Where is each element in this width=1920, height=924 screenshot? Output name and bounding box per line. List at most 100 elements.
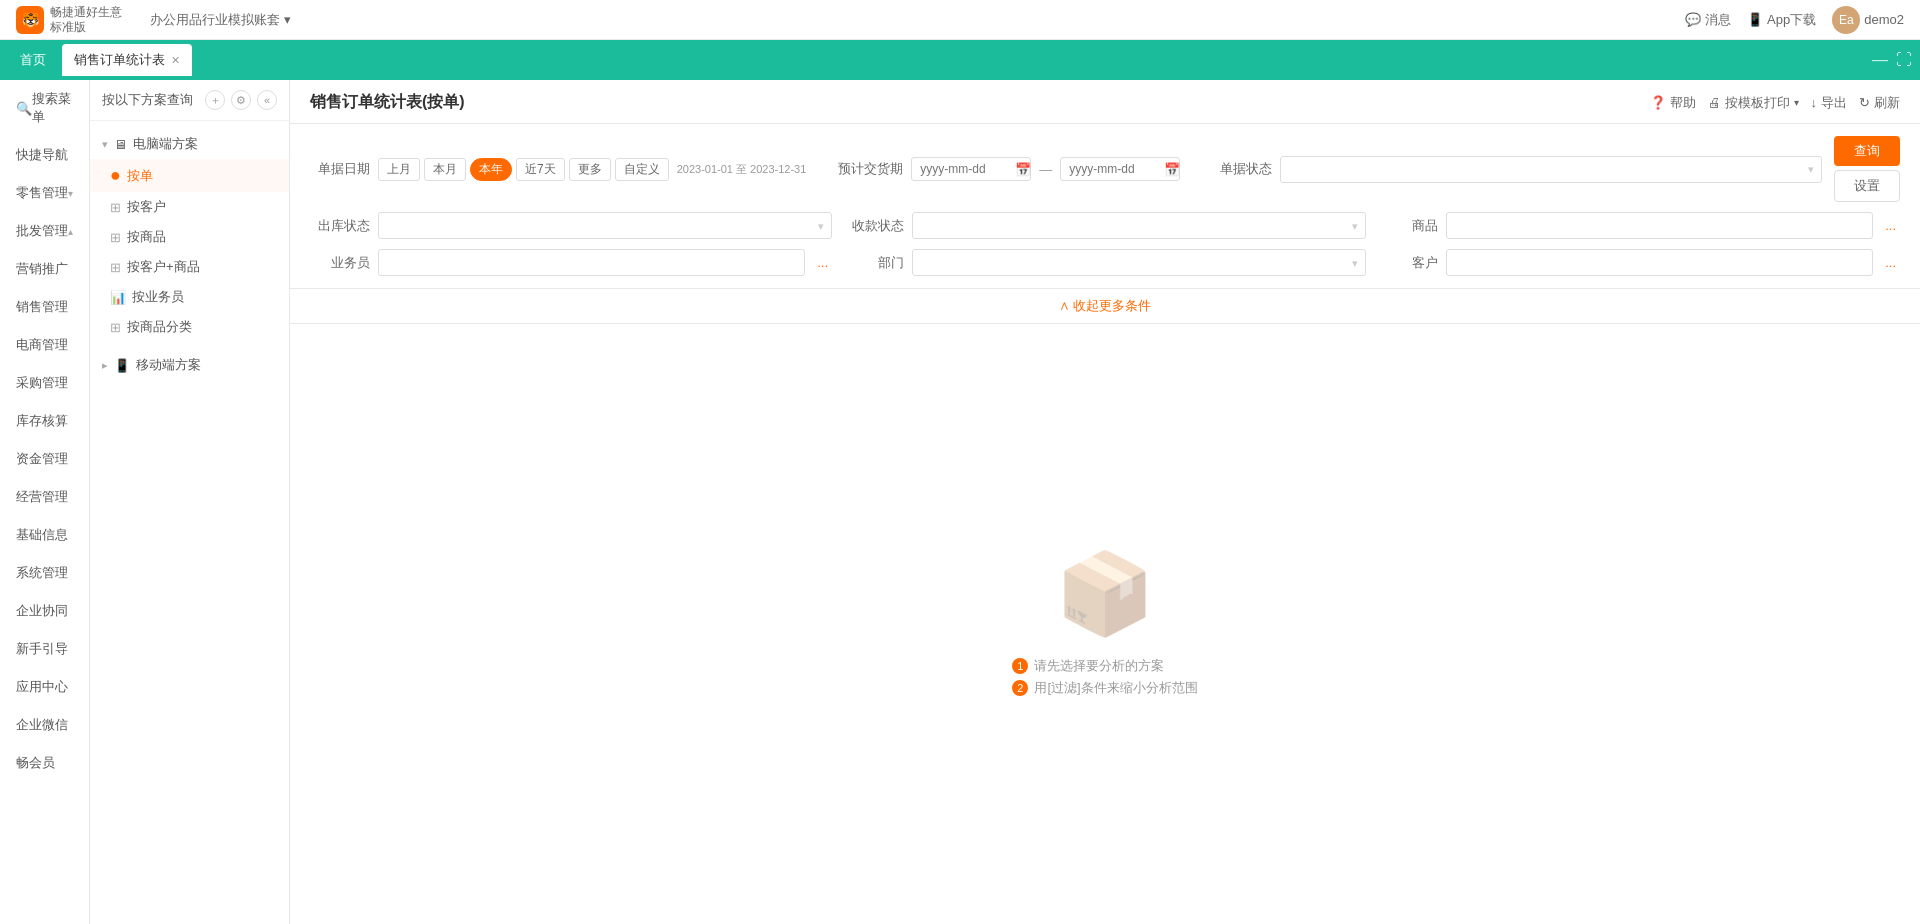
scheme-node-按商品分类[interactable]: ⊞ 按商品分类 bbox=[90, 312, 289, 342]
collection-status-select[interactable] bbox=[912, 212, 1366, 239]
print-chevron-icon: ▾ bbox=[1794, 97, 1799, 108]
date-btn-last-month[interactable]: 上月 bbox=[378, 158, 420, 181]
customer-input[interactable] bbox=[1446, 249, 1873, 276]
main-layout: 🔍 搜索菜单 快捷导航 零售管理 批发管理 营销推广 销售管理 电商管理 采购管… bbox=[0, 80, 1920, 924]
date-btn-this-year[interactable]: 本年 bbox=[470, 158, 512, 181]
help-btn[interactable]: ❓ 帮助 bbox=[1650, 94, 1696, 112]
sidebar-item-newbie[interactable]: 新手引导 bbox=[0, 630, 89, 668]
tab-home[interactable]: 首页 bbox=[8, 44, 58, 76]
scheme-node-按单[interactable]: ● 按单 bbox=[90, 159, 289, 192]
goods-more-btn[interactable]: ... bbox=[1881, 218, 1900, 233]
doc-status-label: 单据状态 bbox=[1212, 160, 1272, 178]
tab-close-icon[interactable]: ✕ bbox=[171, 54, 180, 67]
sidebar-item-zero-retail[interactable]: 零售管理 bbox=[0, 174, 89, 212]
collapse-text: 收起更多条件 bbox=[1073, 298, 1151, 313]
scheme-node-按客户[interactable]: ⊞ 按客户 bbox=[90, 192, 289, 222]
scheme-node-icon-按业务员: 📊 bbox=[110, 290, 126, 305]
pc-scheme-text: 电脑端方案 bbox=[133, 135, 198, 153]
salesperson-input[interactable] bbox=[378, 249, 805, 276]
delivery-date-from[interactable] bbox=[911, 157, 1031, 181]
scheme-header-label: 按以下方案查询 bbox=[102, 91, 193, 109]
date-label: 单据日期 bbox=[310, 160, 370, 178]
scheme-node-按业务员[interactable]: 📊 按业务员 bbox=[90, 282, 289, 312]
sidebar-item-membership[interactable]: 畅会员 bbox=[0, 744, 89, 782]
sidebar-item-finance[interactable]: 资金管理 bbox=[0, 440, 89, 478]
sidebar-item-system[interactable]: 系统管理 bbox=[0, 554, 89, 592]
collapse-icon: ∧ bbox=[1059, 298, 1074, 313]
export-btn[interactable]: ↓ 导出 bbox=[1811, 94, 1848, 112]
scheme-panel: 按以下方案查询 ＋ ⚙ « ▾ 🖥 电脑端方案 ● 按单 ⊞ bbox=[90, 80, 290, 924]
date-btn-7days[interactable]: 近7天 bbox=[516, 158, 565, 181]
home-label: 首页 bbox=[20, 51, 46, 69]
settings-btn[interactable]: 设置 bbox=[1834, 170, 1900, 202]
sidebar-item-app-center[interactable]: 应用中心 bbox=[0, 668, 89, 706]
date-range-display: 2023-01-01 至 2023-12-31 bbox=[677, 162, 807, 177]
sidebar-item-inventory[interactable]: 库存核算 bbox=[0, 402, 89, 440]
date-btn-this-month[interactable]: 本月 bbox=[424, 158, 466, 181]
filter-row-2: 出库状态 收款状态 bbox=[310, 212, 1900, 239]
query-btn[interactable]: 查询 bbox=[1834, 136, 1900, 166]
minimize-icon[interactable]: — bbox=[1872, 51, 1888, 69]
search-menu-btn[interactable]: 🔍 搜索菜单 bbox=[0, 80, 89, 136]
customer-more-btn[interactable]: ... bbox=[1881, 255, 1900, 270]
filter-row-1: 单据日期 上月 本月 本年 近7天 更多 自定义 2023-01-01 至 20… bbox=[310, 136, 1900, 202]
scheme-node-按商品[interactable]: ⊞ 按商品 bbox=[90, 222, 289, 252]
mobile-icon: 📱 bbox=[114, 358, 130, 373]
print-template-btn[interactable]: 🖨 按模板打印 ▾ bbox=[1708, 94, 1799, 112]
shipment-status-label: 出库状态 bbox=[310, 217, 370, 235]
sidebar-item-enterprise-collab[interactable]: 企业协同 bbox=[0, 592, 89, 630]
delivery-date-to[interactable] bbox=[1060, 157, 1180, 181]
settings-scheme-btn[interactable]: ⚙ bbox=[231, 90, 251, 110]
pc-scheme-parent[interactable]: ▾ 🖥 电脑端方案 bbox=[90, 129, 289, 159]
tab-sales-order-stat[interactable]: 销售订单统计表 ✕ bbox=[62, 44, 192, 76]
scheme-node-icon-按客户商品: ⊞ bbox=[110, 260, 121, 275]
message-btn[interactable]: 💬 消息 bbox=[1685, 11, 1731, 29]
scheme-node-icon-按商品: ⊞ bbox=[110, 230, 121, 245]
chevron-down-icon: ▾ bbox=[284, 12, 291, 27]
app-download-btn[interactable]: 📱 App下载 bbox=[1747, 11, 1816, 29]
empty-tips: 1 请先选择要分析的方案 2 用[过滤]条件来缩小分析范围 bbox=[1012, 653, 1197, 701]
sidebar-item-purchase[interactable]: 采购管理 bbox=[0, 364, 89, 402]
shipment-status-select[interactable] bbox=[378, 212, 832, 239]
maximize-icon[interactable]: ⛶ bbox=[1896, 51, 1912, 69]
tab-bar-actions: — ⛶ bbox=[1872, 51, 1920, 69]
filter-area: 单据日期 上月 本月 本年 近7天 更多 自定义 2023-01-01 至 20… bbox=[290, 124, 1920, 289]
empty-tip2: 用[过滤]条件来缩小分析范围 bbox=[1034, 679, 1197, 697]
sidebar-item-marketing[interactable]: 营销推广 bbox=[0, 250, 89, 288]
quick-nav-btn[interactable]: 快捷导航 bbox=[0, 136, 89, 174]
collapse-scheme-btn[interactable]: « bbox=[257, 90, 277, 110]
doc-status-select[interactable] bbox=[1280, 156, 1822, 183]
collapse-bar[interactable]: ∧ 收起更多条件 bbox=[290, 289, 1920, 324]
page-actions-right: ❓ 帮助 🖨 按模板打印 ▾ ↓ 导出 bbox=[1650, 94, 1901, 112]
page-header-top: 销售订单统计表(按单) ❓ 帮助 🖨 按模板打印 ▾ bbox=[310, 92, 1900, 113]
scheme-node-按客户商品[interactable]: ⊞ 按客户+商品 bbox=[90, 252, 289, 282]
tip-num-1: 1 bbox=[1012, 658, 1028, 674]
add-scheme-btn[interactable]: ＋ bbox=[205, 90, 225, 110]
refresh-btn[interactable]: ↻ 刷新 bbox=[1859, 94, 1900, 112]
content-area: 按以下方案查询 ＋ ⚙ « ▾ 🖥 电脑端方案 ● 按单 ⊞ bbox=[90, 80, 1920, 924]
app-selector[interactable]: 办公用品行业模拟账套 ▾ bbox=[150, 11, 291, 29]
help-icon: ❓ bbox=[1650, 95, 1666, 110]
sidebar-item-ecommerce[interactable]: 电商管理 bbox=[0, 326, 89, 364]
scheme-tree: ▾ 🖥 电脑端方案 ● 按单 ⊞ 按客户 ⊞ 按商品 ⊞ bbox=[90, 121, 289, 388]
tab-label: 销售订单统计表 bbox=[74, 51, 165, 69]
date-btn-more[interactable]: 更多 bbox=[569, 158, 611, 181]
sidebar-item-operations[interactable]: 经营管理 bbox=[0, 478, 89, 516]
expected-delivery-label: 预计交货期 bbox=[838, 160, 903, 178]
department-label: 部门 bbox=[844, 254, 904, 272]
sidebar-item-enterprise-wechat[interactable]: 企业微信 bbox=[0, 706, 89, 744]
goods-input[interactable] bbox=[1446, 212, 1873, 239]
salesperson-more-btn[interactable]: ... bbox=[813, 255, 832, 270]
logo-area: 🐯 畅捷通好生意 标准版 bbox=[16, 5, 122, 34]
department-select[interactable] bbox=[912, 249, 1366, 276]
export-icon: ↓ bbox=[1811, 95, 1818, 110]
empty-illustration: 📦 bbox=[1055, 547, 1155, 641]
mobile-scheme-parent[interactable]: ▸ 📱 移动端方案 bbox=[90, 350, 289, 380]
user-area[interactable]: Ea demo2 bbox=[1832, 6, 1904, 34]
sidebar-item-wholesale[interactable]: 批发管理 bbox=[0, 212, 89, 250]
empty-state: 📦 1 请先选择要分析的方案 2 用[过滤]条件来缩小分析范围 bbox=[290, 324, 1920, 924]
sidebar-item-sales[interactable]: 销售管理 bbox=[0, 288, 89, 326]
search-icon: 🔍 bbox=[16, 101, 32, 116]
date-btn-custom[interactable]: 自定义 bbox=[615, 158, 669, 181]
sidebar-item-basic-info[interactable]: 基础信息 bbox=[0, 516, 89, 554]
